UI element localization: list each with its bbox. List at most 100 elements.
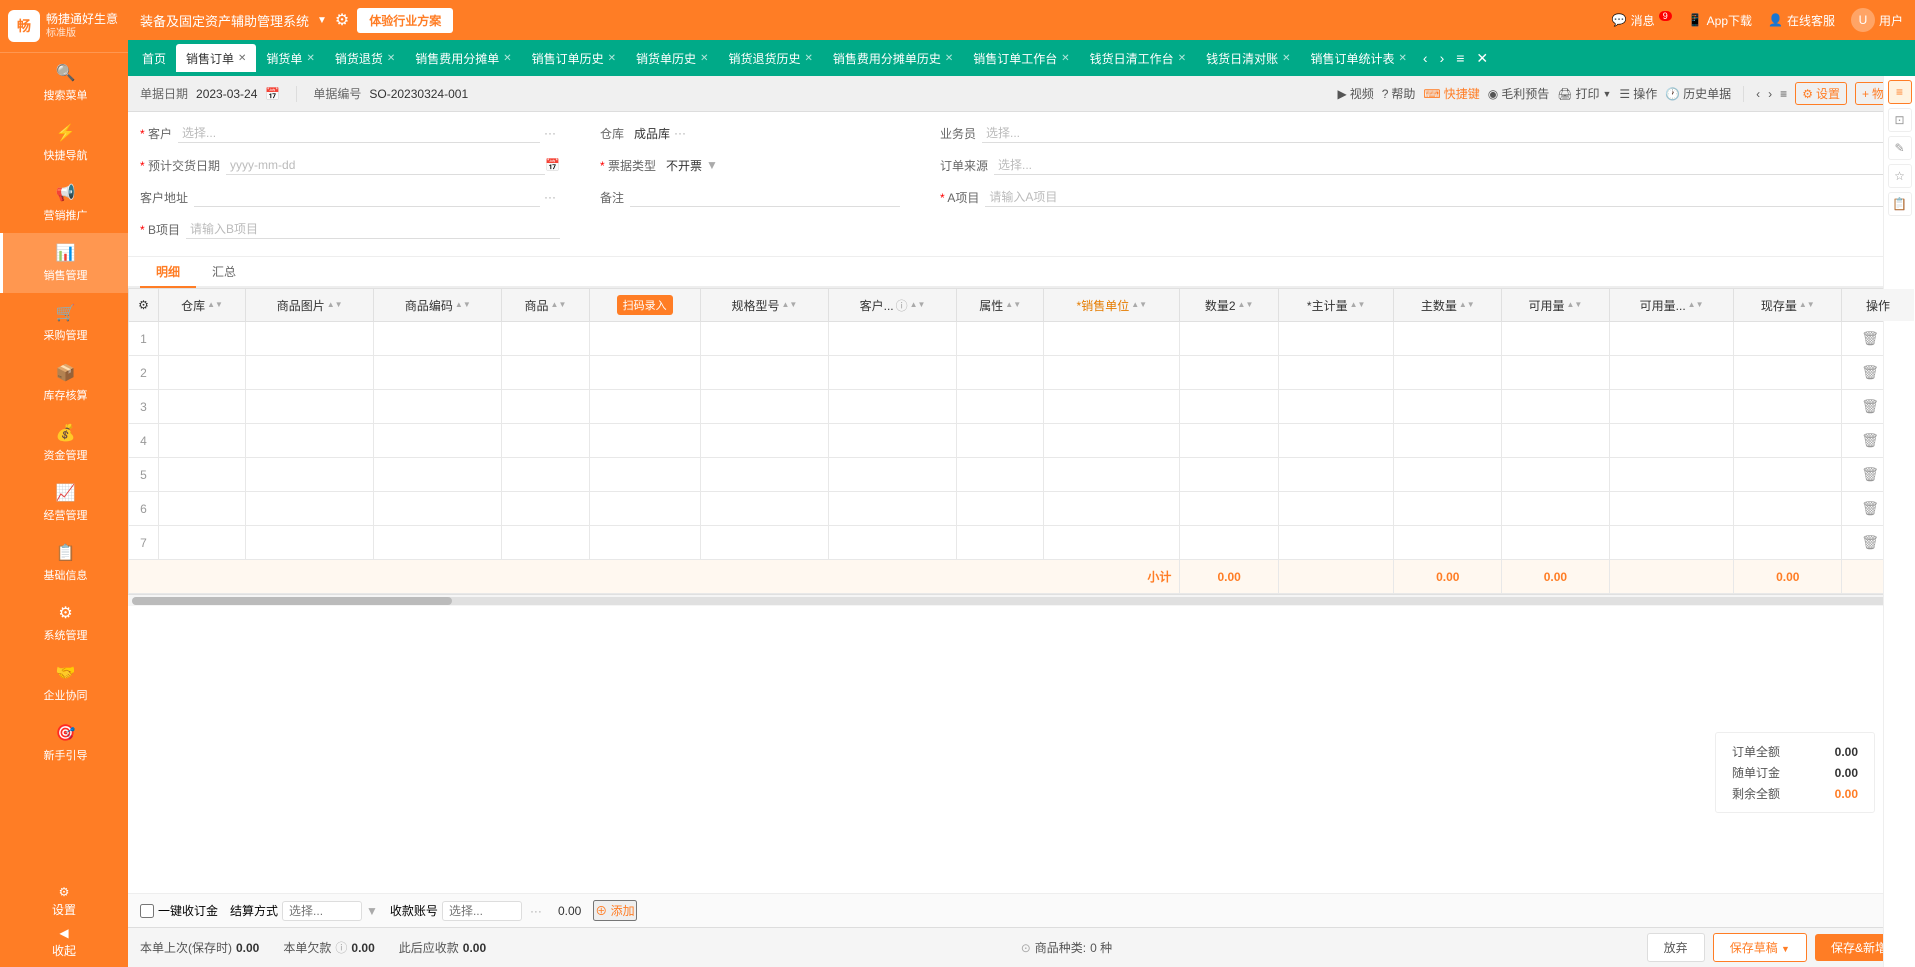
discard-button[interactable]: 放弃 — [1647, 933, 1705, 962]
sub-tab-summary[interactable]: 汇总 — [196, 257, 252, 288]
warehouse-dots[interactable]: ··· — [670, 126, 690, 140]
row-main-qty[interactable] — [1394, 322, 1502, 356]
delete-row-btn[interactable]: 🗑 — [1861, 330, 1879, 347]
tab-close-icon[interactable]: ✕ — [1061, 53, 1069, 64]
delete-row-btn[interactable]: 🗑 — [1861, 534, 1879, 551]
date-picker-icon[interactable]: 📅 — [545, 158, 560, 172]
delete-row-btn[interactable]: 🗑 — [1861, 466, 1879, 483]
row-qty2[interactable] — [1180, 322, 1279, 356]
addr-input[interactable] — [194, 188, 540, 207]
tab-order-workbench[interactable]: 销售订单工作台 ✕ — [963, 44, 1079, 72]
sidebar-item-system[interactable]: ⚙ 系统管理 — [0, 593, 128, 653]
tab-sales-stats[interactable]: 销售订单统计表 ✕ — [1300, 44, 1416, 72]
delete-row-btn[interactable]: 🗑 — [1861, 432, 1879, 449]
col-barcode[interactable]: 扫码录入 — [589, 289, 700, 322]
sidebar-item-purchase[interactable]: 🛒 采购管理 — [0, 293, 128, 353]
row-product[interactable] — [502, 322, 589, 356]
sidebar-item-marketing[interactable]: 📢 营销推广 — [0, 173, 128, 233]
delete-row-btn[interactable]: 🗑 — [1861, 364, 1879, 381]
addr-dots[interactable]: ··· — [540, 190, 560, 204]
scrollbar-thumb[interactable] — [132, 597, 452, 605]
bank-input[interactable] — [442, 901, 522, 921]
tab-sales-order[interactable]: 销售订单 ✕ — [176, 44, 256, 72]
invoice-dropdown-icon[interactable]: ▼ — [702, 158, 722, 172]
delete-row-btn[interactable]: 🗑 — [1861, 500, 1879, 517]
scrollbar-track[interactable] — [132, 597, 1911, 605]
print-btn[interactable]: 🖨 打印 ▼ — [1557, 85, 1611, 102]
right-panel-btn-4[interactable]: ☆ — [1888, 164, 1912, 188]
tab-home[interactable]: 首页 — [132, 44, 176, 72]
customer-dots[interactable]: ··· — [540, 126, 560, 140]
tab-sales-expense[interactable]: 销售费用分摊单 ✕ — [405, 44, 521, 72]
online-service-btn[interactable]: 👤 在线客服 — [1768, 12, 1835, 29]
row-unit[interactable] — [1044, 322, 1180, 356]
tab-close-icon[interactable]: ✕ — [1178, 53, 1186, 64]
profit-btn[interactable]: ◉ 毛利预告 — [1488, 85, 1550, 102]
help-btn[interactable]: ? 帮助 — [1382, 85, 1416, 102]
tab-invoice-history[interactable]: 销货单历史 ✕ — [626, 44, 718, 72]
user-menu[interactable]: U 用户 — [1851, 8, 1903, 32]
list-view-btn[interactable]: ≡ — [1780, 87, 1787, 101]
row-barcode[interactable] — [589, 322, 700, 356]
save-draft-button[interactable]: 保存草稿 ▼ — [1713, 933, 1807, 962]
staff-input[interactable] — [982, 124, 1903, 143]
customer-input[interactable] — [178, 124, 540, 143]
sidebar-item-search[interactable]: 🔍 搜索菜单 — [0, 53, 128, 113]
solution-button[interactable]: 体验行业方案 — [357, 8, 453, 33]
save-draft-dropdown-icon[interactable]: ▼ — [1781, 944, 1790, 954]
bank-dots[interactable]: ··· — [526, 904, 546, 918]
tab-menu-btn[interactable]: ≡ — [1450, 48, 1470, 68]
shortcut-btn[interactable]: ⌨ 快捷键 — [1423, 85, 1479, 102]
note-input[interactable] — [630, 188, 900, 207]
sidebar-item-cooperation[interactable]: 🤝 企业协同 — [0, 653, 128, 713]
row-available2[interactable] — [1609, 322, 1734, 356]
sub-tab-detail[interactable]: 明细 — [140, 257, 196, 288]
tab-close-icon[interactable]: ✕ — [804, 53, 812, 64]
tab-close-icon[interactable]: ✕ — [306, 53, 314, 64]
row-spec[interactable] — [700, 322, 828, 356]
payment-method-input[interactable] — [282, 901, 362, 921]
row-attribute[interactable] — [957, 322, 1044, 356]
row-code[interactable] — [374, 322, 502, 356]
sidebar-item-finance[interactable]: 💰 资金管理 — [0, 413, 128, 473]
system-dropdown[interactable]: ▼ — [317, 15, 327, 26]
tab-sales-invoice[interactable]: 销货单 ✕ — [256, 44, 324, 72]
right-panel-btn-1[interactable]: ≡ — [1888, 80, 1912, 104]
sidebar-collapse-btn[interactable]: ◀ 收起 — [52, 926, 76, 959]
prev-record-btn[interactable]: ‹ — [1756, 87, 1760, 101]
delivery-date-input[interactable] — [226, 156, 545, 175]
a-project-input[interactable] — [985, 188, 1903, 207]
tab-sales-return[interactable]: 销货退货 ✕ — [325, 44, 405, 72]
next-record-btn[interactable]: › — [1768, 87, 1772, 101]
gear-settings-icon[interactable]: ⚙ — [335, 10, 349, 30]
right-panel-btn-2[interactable]: ⊡ — [1888, 108, 1912, 132]
right-panel-btn-5[interactable]: 📋 — [1888, 192, 1912, 216]
row-main-unit[interactable] — [1278, 322, 1394, 356]
history-btn[interactable]: 🕐 历史单据 — [1665, 85, 1731, 102]
row-stock[interactable] — [1734, 322, 1842, 356]
operation-btn[interactable]: ☰ 操作 — [1619, 85, 1657, 102]
tab-close-icon[interactable]: ✕ — [608, 53, 616, 64]
barcode-btn[interactable]: 扫码录入 — [617, 295, 673, 315]
tab-close-icon[interactable]: ✕ — [1282, 53, 1290, 64]
order-source-input[interactable] — [994, 156, 1903, 175]
tab-prev-btn[interactable]: ‹ — [1417, 48, 1434, 68]
right-panel-btn-3[interactable]: ✎ — [1888, 136, 1912, 160]
add-payment-btn[interactable]: ⊕ 添加 — [593, 900, 636, 921]
tab-close-icon[interactable]: ✕ — [700, 53, 708, 64]
tab-expense-history[interactable]: 销售费用分摊单历史 ✕ — [823, 44, 963, 72]
row-warehouse[interactable] — [159, 322, 246, 356]
view-btn[interactable]: ▶ 视频 — [1337, 85, 1373, 102]
sidebar-item-inventory[interactable]: 📦 库存核算 — [0, 353, 128, 413]
payment-dropdown-icon[interactable]: ▼ — [366, 904, 378, 918]
tab-cash-reconcile[interactable]: 钱货日清对账 ✕ — [1196, 44, 1300, 72]
tab-close-all-btn[interactable]: ✕ — [1470, 48, 1494, 69]
tab-sales-order-history[interactable]: 销售订单历史 ✕ — [522, 44, 626, 72]
sidebar-item-base[interactable]: 📋 基础信息 — [0, 533, 128, 593]
delete-row-btn[interactable]: 🗑 — [1861, 398, 1879, 415]
horizontal-scrollbar[interactable] — [128, 594, 1915, 606]
row-customer-code[interactable] — [828, 322, 956, 356]
sidebar-item-nav[interactable]: ⚡ 快捷导航 — [0, 113, 128, 173]
sidebar-item-management[interactable]: 📈 经营管理 — [0, 473, 128, 533]
tab-cash-daily-workbench[interactable]: 钱货日清工作台 ✕ — [1080, 44, 1196, 72]
